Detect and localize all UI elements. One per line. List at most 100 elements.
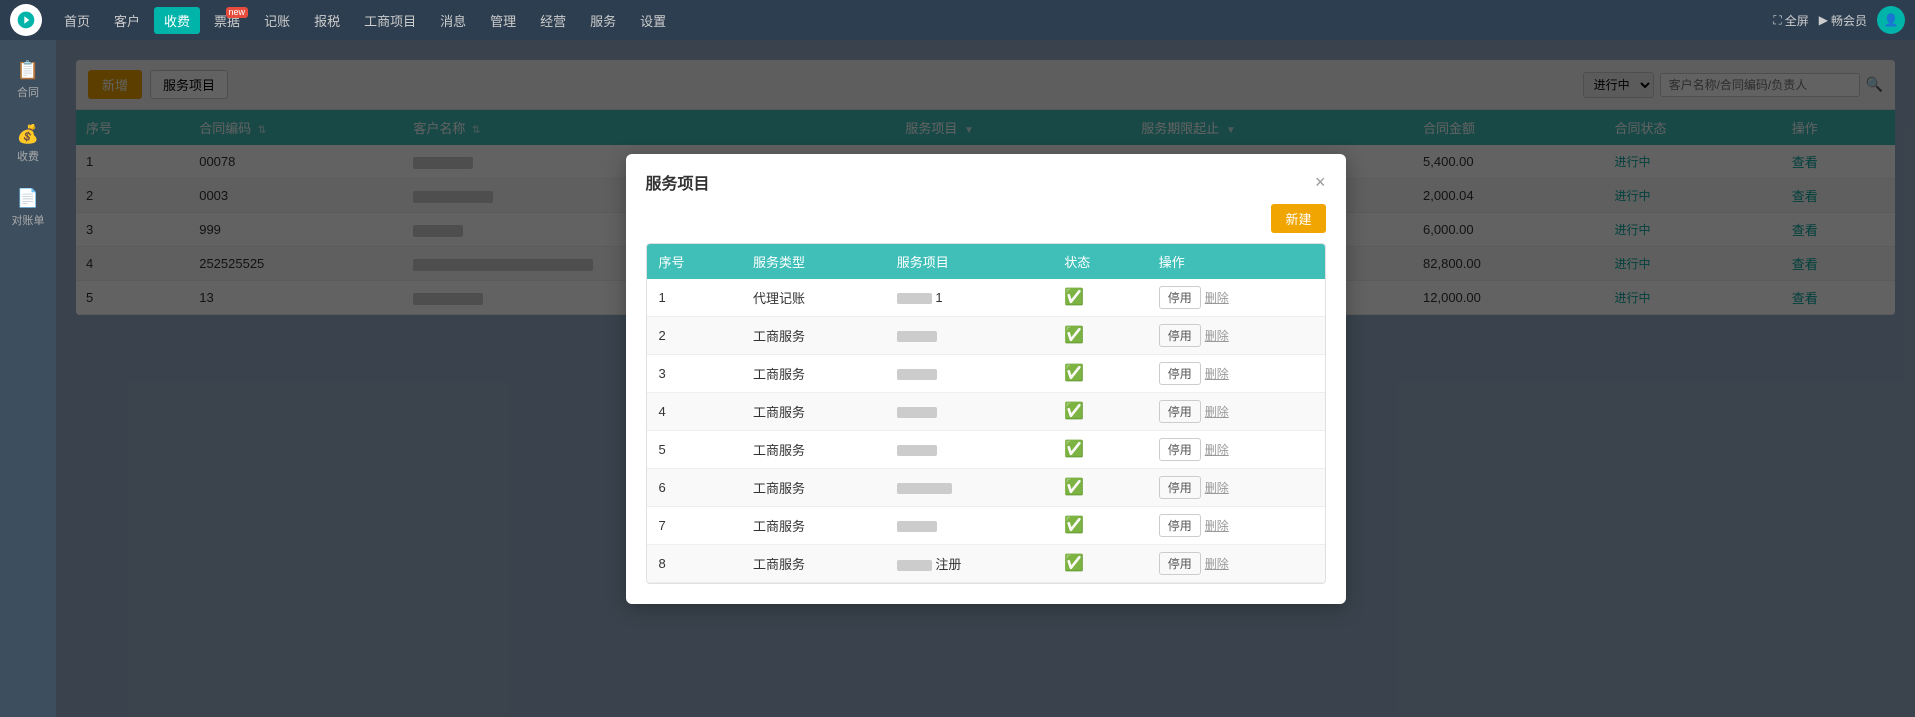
nav-piao[interactable]: 票据 new — [204, 7, 250, 34]
status-check-icon: ✅ — [1064, 517, 1084, 534]
nav-gongshang[interactable]: 工商项目 — [354, 7, 426, 34]
modal-col-seq: 序号 — [647, 244, 742, 279]
nav-customer[interactable]: 客户 — [104, 7, 150, 34]
stop-button[interactable]: 停用 — [1159, 476, 1201, 499]
modal-cell-status: ✅ — [1052, 468, 1147, 506]
shoufei-icon: 💰 — [17, 124, 39, 145]
nav-shezhi[interactable]: 设置 — [630, 7, 676, 34]
modal-cell-service-type: 工商服务 — [741, 506, 885, 544]
stop-button[interactable]: 停用 — [1159, 438, 1201, 461]
nav-jingying[interactable]: 经营 — [530, 7, 576, 34]
modal-cell-service-item — [885, 392, 1053, 430]
content-area: 新增 服务项目 进行中 🔍 序号 合同编码 ⇅ 客户名称 ⇅ 服务项目 — [56, 40, 1915, 717]
modal-table-row: 8 工商服务 注册 ✅ 停用删除 — [647, 544, 1325, 582]
modal-table-row: 1 代理记账 1 ✅ 停用删除 — [647, 279, 1325, 317]
nav-jz[interactable]: 记账 — [254, 7, 300, 34]
modal-cell-service-type: 工商服务 — [741, 354, 885, 392]
modal-cell-seq: 2 — [647, 316, 742, 354]
nav-home[interactable]: 首页 — [54, 7, 100, 34]
nav-fuwu[interactable]: 服务 — [580, 7, 626, 34]
delete-button[interactable]: 删除 — [1205, 403, 1229, 420]
nav-items: 首页 客户 收费 票据 new 记账 报税 工商项目 消息 管理 经营 服务 设… — [54, 7, 1773, 34]
modal-table-row: 7 工商服务 ✅ 停用删除 — [647, 506, 1325, 544]
delete-button[interactable]: 删除 — [1205, 479, 1229, 496]
nav-xiaoxi[interactable]: 消息 — [430, 7, 476, 34]
stop-button[interactable]: 停用 — [1159, 324, 1201, 347]
stop-button[interactable]: 停用 — [1159, 514, 1201, 537]
modal-cell-action: 停用删除 — [1147, 392, 1325, 430]
status-check-icon: ✅ — [1064, 479, 1084, 496]
modal-cell-status: ✅ — [1052, 430, 1147, 468]
duizhangdan-icon: 📄 — [17, 188, 39, 209]
modal-table-row: 2 工商服务 ✅ 停用删除 — [647, 316, 1325, 354]
modal-cell-action: 停用删除 — [1147, 506, 1325, 544]
main-layout: 📋 合同 💰 收费 📄 对账单 新增 服务项目 进行中 🔍 — [0, 40, 1915, 717]
stop-button[interactable]: 停用 — [1159, 400, 1201, 423]
delete-button[interactable]: 删除 — [1205, 517, 1229, 534]
modal-cell-status: ✅ — [1052, 392, 1147, 430]
member-button[interactable]: ▶ 畅会员 — [1819, 12, 1867, 29]
modal-cell-action: 停用删除 — [1147, 544, 1325, 582]
modal-cell-seq: 3 — [647, 354, 742, 392]
status-check-icon: ✅ — [1064, 403, 1084, 420]
new-badge: new — [226, 7, 249, 18]
sidebar: 📋 合同 💰 收费 📄 对账单 — [0, 40, 56, 717]
modal-cell-service-type: 工商服务 — [741, 392, 885, 430]
modal-cell-service-item — [885, 316, 1053, 354]
top-nav-right: ⛶ 全屏 ▶ 畅会员 👤 — [1773, 6, 1905, 34]
modal-overlay: 服务项目 × 新建 序号 服务类型 服务项目 状态 — [56, 40, 1915, 717]
modal-cell-seq: 4 — [647, 392, 742, 430]
modal-col-service-type: 服务类型 — [741, 244, 885, 279]
modal-toolbar: 新建 — [626, 204, 1346, 243]
modal-table: 序号 服务类型 服务项目 状态 操作 1 代理记账 1 ✅ 停用删除 2 — [647, 244, 1325, 583]
delete-button[interactable]: 删除 — [1205, 555, 1229, 572]
modal-cell-action: 停用删除 — [1147, 279, 1325, 317]
avatar[interactable]: 👤 — [1877, 6, 1905, 34]
nav-guanli[interactable]: 管理 — [480, 7, 526, 34]
modal-cell-service-type: 工商服务 — [741, 430, 885, 468]
sidebar-item-duizhangdan[interactable]: 📄 对账单 — [0, 178, 56, 238]
modal-cell-service-item — [885, 430, 1053, 468]
modal-cell-seq: 6 — [647, 468, 742, 506]
fullscreen-button[interactable]: ⛶ 全屏 — [1773, 12, 1808, 29]
modal-table-row: 5 工商服务 ✅ 停用删除 — [647, 430, 1325, 468]
modal-cell-service-item — [885, 506, 1053, 544]
modal-table-row: 6 工商服务 ✅ 停用删除 — [647, 468, 1325, 506]
hetong-icon: 📋 — [17, 60, 39, 81]
modal-cell-seq: 5 — [647, 430, 742, 468]
stop-button[interactable]: 停用 — [1159, 286, 1201, 309]
status-check-icon: ✅ — [1064, 289, 1084, 306]
status-check-icon: ✅ — [1064, 365, 1084, 382]
modal-cell-seq: 8 — [647, 544, 742, 582]
delete-button[interactable]: 删除 — [1205, 441, 1229, 458]
modal-cell-seq: 7 — [647, 506, 742, 544]
modal-col-service-item: 服务项目 — [885, 244, 1053, 279]
modal-cell-service-item: 注册 — [885, 544, 1053, 582]
modal-cell-status: ✅ — [1052, 316, 1147, 354]
stop-button[interactable]: 停用 — [1159, 552, 1201, 575]
modal-table-row: 3 工商服务 ✅ 停用删除 — [647, 354, 1325, 392]
member-icon: ▶ — [1819, 13, 1828, 27]
modal-cell-action: 停用删除 — [1147, 354, 1325, 392]
delete-button[interactable]: 删除 — [1205, 327, 1229, 344]
status-check-icon: ✅ — [1064, 555, 1084, 572]
modal-header-row: 序号 服务类型 服务项目 状态 操作 — [647, 244, 1325, 279]
modal-close-button[interactable]: × — [1315, 173, 1326, 191]
modal-cell-action: 停用删除 — [1147, 316, 1325, 354]
modal-cell-service-type: 工商服务 — [741, 316, 885, 354]
nav-baoshui[interactable]: 报税 — [304, 7, 350, 34]
delete-button[interactable]: 删除 — [1205, 289, 1229, 306]
stop-button[interactable]: 停用 — [1159, 362, 1201, 385]
modal-cell-service-item — [885, 354, 1053, 392]
modal-cell-status: ✅ — [1052, 279, 1147, 317]
nav-shoufei[interactable]: 收费 — [154, 7, 200, 34]
delete-button[interactable]: 删除 — [1205, 365, 1229, 382]
modal-header: 服务项目 × — [626, 154, 1346, 204]
modal-new-button[interactable]: 新建 — [1271, 204, 1325, 233]
sidebar-item-shoufei[interactable]: 💰 收费 — [0, 114, 56, 174]
modal-table-wrap[interactable]: 序号 服务类型 服务项目 状态 操作 1 代理记账 1 ✅ 停用删除 2 — [646, 243, 1326, 584]
avatar-icon: 👤 — [1884, 13, 1899, 27]
sidebar-item-hetong[interactable]: 📋 合同 — [0, 50, 56, 110]
status-check-icon: ✅ — [1064, 441, 1084, 458]
modal-col-action: 操作 — [1147, 244, 1325, 279]
